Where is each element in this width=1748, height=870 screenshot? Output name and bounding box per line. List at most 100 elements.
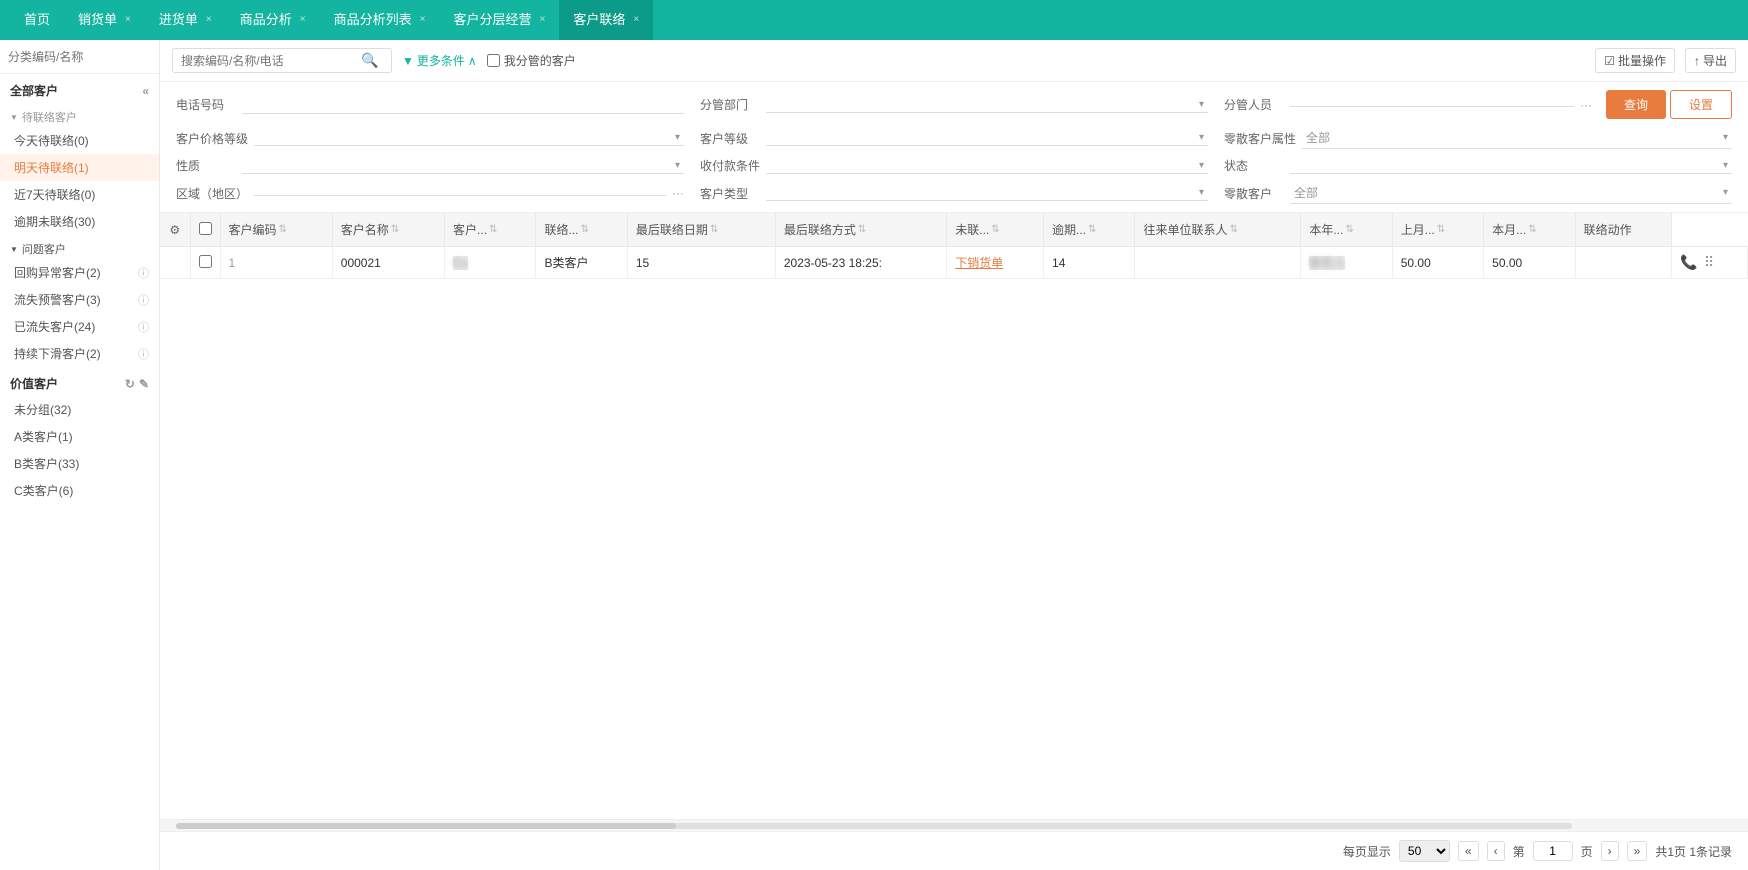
nav-home[interactable]: 首页	[10, 0, 64, 40]
filter-payment: 收付款条件 ▾	[700, 157, 1208, 174]
per-page-label: 每页显示	[1343, 843, 1391, 860]
area-select[interactable]	[254, 191, 666, 196]
sidebar-item-today-contact[interactable]: 今天待联络(0)	[0, 127, 159, 154]
contact-person-value: 联系人	[1309, 256, 1345, 270]
sidebar-item-churned[interactable]: 已流失客户(24) ⓘ	[0, 313, 159, 340]
settings-icon[interactable]: ⚙	[169, 223, 180, 237]
grade-select[interactable]: ▾	[766, 130, 1208, 146]
nav-customer-contact[interactable]: 客户联络 ×	[559, 0, 653, 40]
row-checkbox[interactable]	[199, 255, 212, 268]
scroll-track	[176, 823, 1572, 829]
sort-this-month-icon[interactable]: ⇅	[1528, 224, 1536, 235]
horizontal-scroll[interactable]	[160, 819, 1748, 831]
sidebar-item-overdue-contact[interactable]: 逾期未联络(30)	[0, 208, 159, 235]
contact-action-icon[interactable]: 📞	[1680, 254, 1697, 271]
last-method-link[interactable]: 下销货单	[955, 256, 1003, 270]
filter-customer-type: 客户类型 ▾	[700, 182, 1208, 204]
retail-attr-select[interactable]: 全部▾	[1302, 127, 1732, 149]
nav-customer-segment[interactable]: 客户分层经营 ×	[439, 0, 559, 40]
sidebar-item-declining[interactable]: 持续下滑客户(2) ⓘ	[0, 340, 159, 367]
next-page-btn[interactable]: ›	[1601, 841, 1619, 861]
pagination-bar: 每页显示 50 100 200 « ‹ 第 页 › » 共1页 1条记录	[160, 831, 1748, 870]
close-customer-segment-icon[interactable]: ×	[539, 0, 545, 40]
search-bar: 🔍 ▼ 更多条件 ∧ 我分管的客户 ☑ 批量操作 ↑ 导出	[160, 40, 1748, 82]
row-contacts-cell: 15	[627, 247, 775, 279]
filter-area: 区域（地区） ···	[176, 182, 684, 204]
sort-no-contact-icon[interactable]: ⇅	[991, 224, 999, 235]
table-header-row: ⚙ 客户编码⇅ 客户名称⇅ 客户...⇅	[160, 213, 1748, 247]
sort-contacts-icon[interactable]: ⇅	[580, 224, 588, 235]
more-action-icon[interactable]: ⠿	[1704, 254, 1714, 271]
row-overdue-cell	[1135, 247, 1301, 279]
row-this-year-cell: 50.00	[1392, 247, 1483, 279]
sidebar-item-c-class[interactable]: C类客户(6)	[0, 477, 159, 504]
sidebar-collapse-icon[interactable]: «	[142, 84, 149, 98]
refresh-icon[interactable]: ↻	[125, 377, 135, 391]
nav-sales-order[interactable]: 销货单 ×	[64, 0, 145, 40]
sort-type-icon[interactable]: ⇅	[489, 224, 497, 235]
first-page-btn[interactable]: «	[1458, 841, 1479, 861]
export-btn[interactable]: ↑ 导出	[1685, 48, 1736, 73]
price-level-select[interactable]: ▾	[254, 130, 684, 146]
sort-last-method-icon[interactable]: ⇅	[858, 224, 866, 235]
select-all-checkbox[interactable]	[199, 222, 212, 235]
phone-input[interactable]	[242, 95, 684, 114]
person-select[interactable]	[1290, 102, 1574, 107]
close-purchase-order-icon[interactable]: ×	[206, 0, 212, 40]
edit-icon[interactable]: ✎	[139, 377, 149, 391]
sort-last-month-icon[interactable]: ⇅	[1437, 224, 1445, 235]
close-product-analysis-icon[interactable]: ×	[300, 0, 306, 40]
main-search-input[interactable]	[181, 54, 361, 68]
sort-overdue-icon[interactable]: ⇅	[1088, 224, 1096, 235]
my-customers-checkbox[interactable]	[487, 54, 500, 67]
prev-page-btn[interactable]: ‹	[1487, 841, 1505, 861]
dept-select[interactable]: ▾	[766, 97, 1208, 113]
filter-dept: 分管部门 ▾	[700, 90, 1208, 119]
close-customer-contact-icon[interactable]: ×	[633, 0, 639, 40]
nav-product-analysis-list[interactable]: 商品分析列表 ×	[320, 0, 440, 40]
payment-select[interactable]: ▾	[766, 158, 1208, 174]
sidebar-item-ungrouped[interactable]: 未分组(32)	[0, 396, 159, 423]
col-type-header: 客户...⇅	[445, 213, 536, 247]
sort-this-year-icon[interactable]: ⇅	[1345, 224, 1353, 235]
sidebar-item-churn-warning[interactable]: 流失预警客户(3) ⓘ	[0, 286, 159, 313]
row-gear-cell	[160, 247, 190, 279]
group-problem-customers: 问题客户	[0, 235, 159, 259]
sidebar-item-a-class[interactable]: A类客户(1)	[0, 423, 159, 450]
person-more-icon[interactable]: ···	[1580, 98, 1592, 112]
sidebar-item-7days-contact[interactable]: 近7天待联络(0)	[0, 181, 159, 208]
col-check-header	[190, 213, 220, 247]
info-icon-churned: ⓘ	[138, 319, 149, 335]
sort-contact-person-icon[interactable]: ⇅	[1229, 224, 1237, 235]
sidebar-item-repurchase-abnormal[interactable]: 回购异常客户(2) ⓘ	[0, 259, 159, 286]
row-last-month-cell: 50.00	[1484, 247, 1575, 279]
set-button[interactable]: 设置	[1670, 90, 1732, 119]
last-page-btn[interactable]: »	[1627, 841, 1648, 861]
nav-product-analysis[interactable]: 商品分析 ×	[226, 0, 320, 40]
sort-name-icon[interactable]: ⇅	[391, 224, 399, 235]
col-overdue-header: 逾期...⇅	[1044, 213, 1135, 247]
nav-purchase-order[interactable]: 进货单 ×	[145, 0, 226, 40]
customer-type-select[interactable]: ▾	[766, 185, 1208, 201]
page-number-input[interactable]	[1533, 841, 1573, 861]
retail-customer-select[interactable]: 全部▾	[1290, 182, 1732, 204]
all-customers-header: 全部客户 «	[0, 74, 159, 103]
close-product-analysis-list-icon[interactable]: ×	[420, 0, 426, 40]
sidebar-item-tomorrow-contact[interactable]: 明天待联络(1)	[0, 154, 159, 181]
sidebar-search-input[interactable]	[8, 50, 160, 64]
main-search-icon[interactable]: 🔍	[361, 52, 378, 69]
gender-select[interactable]: ▾	[242, 158, 684, 174]
row-contact-person-cell: 联系人	[1301, 247, 1392, 279]
sort-last-date-icon[interactable]: ⇅	[710, 224, 718, 235]
close-sales-order-icon[interactable]: ×	[125, 0, 131, 40]
row-num-cell: 1	[220, 247, 332, 279]
bulk-operation-btn[interactable]: ☑ 批量操作	[1595, 48, 1675, 73]
sidebar-item-b-class[interactable]: B类客户(33)	[0, 450, 159, 477]
scroll-thumb[interactable]	[176, 823, 676, 829]
status-select[interactable]: ▾	[1290, 158, 1732, 174]
per-page-select[interactable]: 50 100 200	[1399, 840, 1450, 862]
query-button[interactable]: 查询	[1606, 90, 1666, 119]
more-conditions-btn[interactable]: ▼ 更多条件 ∧	[402, 52, 477, 69]
sort-code-icon[interactable]: ⇅	[279, 224, 287, 235]
area-more-icon[interactable]: ···	[672, 186, 684, 200]
